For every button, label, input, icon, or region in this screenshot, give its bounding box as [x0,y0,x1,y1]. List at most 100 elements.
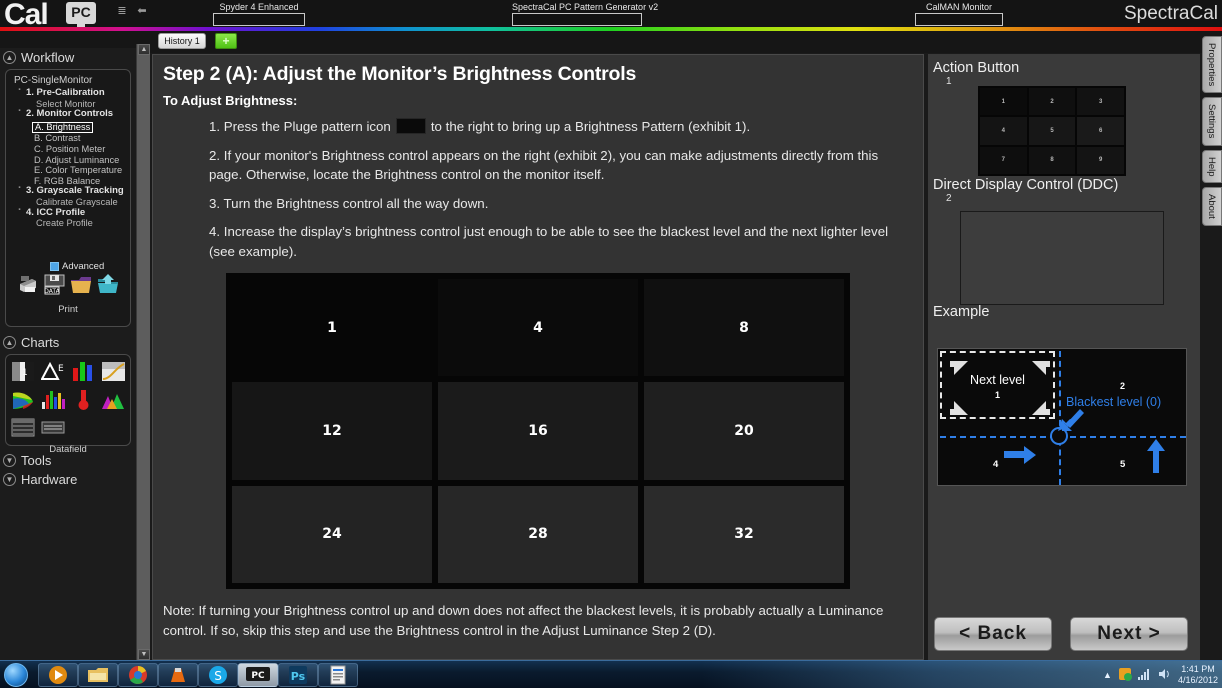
workflow-item-monitor-controls[interactable]: 2. Monitor Controls [10,106,126,120]
tab-properties[interactable]: Properties [1202,36,1222,94]
back-button[interactable]: < Back [934,617,1052,651]
history-tab-1[interactable]: History 1 [158,33,206,49]
gamma-curve-icon[interactable] [101,360,126,384]
ddc-control-area[interactable] [960,211,1164,305]
collapse-up-icon[interactable]: ▲ [3,51,16,64]
action-thumbnail-cell: 6 [1077,117,1124,145]
delta-e-icon[interactable]: E [39,360,66,384]
pluge-grid: 1 4 8 12 16 20 24 28 32 [232,279,844,583]
instruction-step-2: 2. If your monitor's Brightness control … [209,147,879,183]
document-icon[interactable] [318,663,358,687]
rgb-bars-icon[interactable] [71,360,96,384]
pattern-source-field[interactable] [512,13,642,26]
charts-section-header[interactable]: ▲ Charts [0,333,136,352]
printer-icon[interactable] [16,273,39,295]
workflow-item-icc-profile[interactable]: 4. ICC Profile [10,205,126,219]
tab-help[interactable]: Help [1202,149,1222,184]
hardware-section-header[interactable]: ▼ Hardware [0,470,136,489]
pluge-pattern-icon[interactable] [395,118,426,134]
sidebar-scrollbar[interactable]: ▲ ▼ [136,44,150,660]
cie-gamut-icon[interactable] [11,388,36,412]
spectracal-logo-text: SpectraCal [1124,3,1218,24]
scroll-down-icon[interactable]: ▼ [138,649,150,660]
add-history-button[interactable]: + [215,33,237,49]
action-thumbnail-cell: 1 [980,88,1027,116]
workflow-section-header[interactable]: ▲ Workflow [0,48,136,67]
chevron-down-icon[interactable]: ▼ [3,473,16,486]
compare-icon[interactable]: ≣ [114,4,130,18]
save-data-icon[interactable]: DATA [43,273,66,295]
workflow-tree[interactable]: PC-SingleMonitor 1. Pre-Calibration Sele… [5,69,131,327]
luminance-meter-icon[interactable] [71,388,96,412]
chrome-icon[interactable] [118,663,158,687]
color-bars-icon[interactable] [41,388,66,412]
pluge-cell: 20 [644,382,844,480]
gamut-area-icon[interactable] [101,388,126,412]
open-folder-icon[interactable] [70,273,93,295]
taskbar-clock[interactable]: 1:41 PM 4/16/2012 [1178,664,1218,686]
print-label: Print [58,303,78,315]
example-up-arrow-icon [1147,439,1165,473]
meter-source-field[interactable] [213,13,305,26]
vlc-icon[interactable] [158,663,198,687]
workflow-item-contrast[interactable]: B. Contrast [10,133,126,144]
pc-generator-icon[interactable]: PC [238,663,278,687]
workflow-item-color-temperature[interactable]: E. Color Temperature [10,165,126,176]
security-icon[interactable] [1118,667,1132,683]
workflow-item-calibrate-grayscale[interactable]: Calibrate Grayscale [10,197,126,208]
chevron-down-icon[interactable]: ▼ [3,454,16,467]
tools-header-label: Tools [21,453,52,468]
network-icon[interactable] [1137,668,1152,682]
clock-date: 4/16/2012 [1177,675,1218,685]
pluge-cell: 24 [232,485,432,583]
workflow-item-brightness[interactable]: A. Brightness [32,121,94,134]
workflow-item-adjust-luminance[interactable]: D. Adjust Luminance [10,155,126,166]
svg-text:S: S [214,669,222,683]
left-sidebar: ▲ Workflow PC-SingleMonitor 1. Pre-Calib… [0,48,136,660]
display-source-group[interactable]: CalMAN Monitor [915,2,1003,26]
gamma-ramp-icon[interactable]: 1 [11,360,36,384]
note-text: Note: If turning your Brightness control… [163,603,884,638]
workflow-item-position-meter[interactable]: C. Position Meter [10,144,126,155]
instruction-step-1: 1. Press the Pluge pattern icon to the ri… [153,108,923,137]
datafield-table-icon[interactable] [11,416,36,440]
pluge-pattern-preview[interactable]: 1 4 8 12 16 20 24 28 32 [226,273,850,589]
datafield-list-icon[interactable] [41,416,66,440]
skype-icon[interactable]: S [198,663,238,687]
action-button-title: Action Button [933,60,1020,76]
tab-settings[interactable]: Settings [1202,97,1222,146]
meter-source-label: Spyder 4 Enhanced [219,2,299,12]
meter-source-group[interactable]: Spyder 4 Enhanced [213,2,305,26]
explorer-icon[interactable] [78,663,118,687]
advanced-label: Advanced [62,260,105,272]
scroll-up-icon[interactable]: ▲ [138,44,150,55]
start-orb-icon[interactable] [4,663,28,687]
instruction-step-3: 3. Turn the Brightness control all the w… [209,195,489,211]
media-player-icon[interactable] [38,663,78,687]
action-thumbnail-grid: 123 456 789 [980,88,1124,174]
pluge-cell: 4 [438,279,638,377]
workflow-item-grayscale-tracking[interactable]: 3. Grayscale Tracking [10,183,126,197]
back-arrow-icon[interactable]: ⬅ [134,4,150,18]
example-marker-4: 4 [993,459,999,470]
workflow-item-pre-calibration[interactable]: 1. Pre-Calibration [10,85,126,99]
example-expand-arrows-icon [950,361,1050,415]
pluge-cell: 28 [438,485,638,583]
advanced-toggle[interactable]: Advanced [50,261,104,272]
next-button[interactable]: Next > [1070,617,1188,651]
action-button-thumbnail[interactable]: 123 456 789 [978,86,1126,176]
display-source-field[interactable] [915,13,1003,26]
show-hidden-icon[interactable]: ▲ [1103,670,1112,680]
advanced-checkbox-icon[interactable] [50,261,59,271]
export-folder-icon[interactable] [97,273,120,295]
photoshop-icon[interactable]: Ps [278,663,318,687]
pattern-source-group[interactable]: SpectraCal PC Pattern Generator v2 [512,2,658,26]
charts-panel[interactable]: 1 E Datafield [5,354,131,455]
svg-text:Ps: Ps [291,670,306,683]
right-vertical-tabs: Properties Settings Help About [1200,36,1222,230]
volume-icon[interactable] [1158,668,1172,682]
action-thumbnail-cell: 8 [1028,146,1076,174]
collapse-up-icon[interactable]: ▲ [3,336,16,349]
workflow-item-create-profile[interactable]: Create Profile [10,218,126,229]
tab-about[interactable]: About [1202,187,1222,227]
